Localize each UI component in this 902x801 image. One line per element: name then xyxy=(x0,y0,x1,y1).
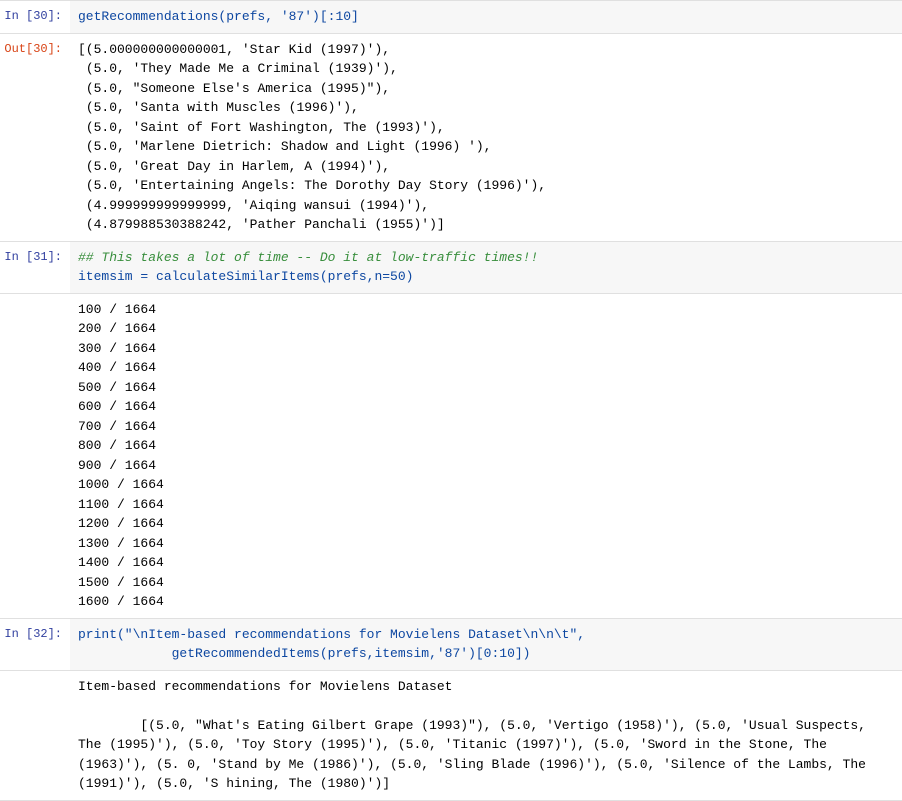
cell-32-input: In [32]: print("\nItem-based recommendat… xyxy=(0,618,902,670)
cell-32-output: Item-based recommendations for Movielens… xyxy=(0,670,902,801)
cell-31-output: 100 / 1664 200 / 1664 300 / 1664 400 / 1… xyxy=(0,293,902,618)
cell-30-output-text: [(5.000000000000001, 'Star Kid (1997)'),… xyxy=(78,40,894,235)
cell-30-output-content: [(5.000000000000001, 'Star Kid (1997)'),… xyxy=(70,34,902,241)
cell-30-output-label: Out[30]: xyxy=(0,34,70,241)
cell-30-output: Out[30]: [(5.000000000000001, 'Star Kid … xyxy=(0,33,902,241)
notebook: In [30]: getRecommendations(prefs, '87')… xyxy=(0,0,902,801)
cell-30-input-label: In [30]: xyxy=(0,1,70,33)
cell-32-input-content[interactable]: print("\nItem-based recommendations for … xyxy=(70,619,902,670)
cell-30-input-content[interactable]: getRecommendations(prefs, '87')[:10] xyxy=(70,1,902,33)
cell-31-input-content[interactable]: ## This takes a lot of time -- Do it at … xyxy=(70,242,902,293)
cell-31-code: ## This takes a lot of time -- Do it at … xyxy=(78,248,894,287)
cell-31-progress-text: 100 / 1664 200 / 1664 300 / 1664 400 / 1… xyxy=(78,300,894,612)
cell-32-output-text: Item-based recommendations for Movielens… xyxy=(78,677,894,794)
cell-32-output-content: Item-based recommendations for Movielens… xyxy=(70,671,902,800)
cell-32-input-label: In [32]: xyxy=(0,619,70,670)
cell-31-progress-content: 100 / 1664 200 / 1664 300 / 1664 400 / 1… xyxy=(70,294,902,618)
cell-31-output-label xyxy=(0,294,70,618)
cell-31-input: In [31]: ## This takes a lot of time -- … xyxy=(0,241,902,293)
cell-31-input-label: In [31]: xyxy=(0,242,70,293)
cell-32-output-label xyxy=(0,671,70,800)
cell-30-code: getRecommendations(prefs, '87')[:10] xyxy=(78,7,894,27)
cell-30-input: In [30]: getRecommendations(prefs, '87')… xyxy=(0,0,902,33)
cell-32-code: print("\nItem-based recommendations for … xyxy=(78,625,894,664)
